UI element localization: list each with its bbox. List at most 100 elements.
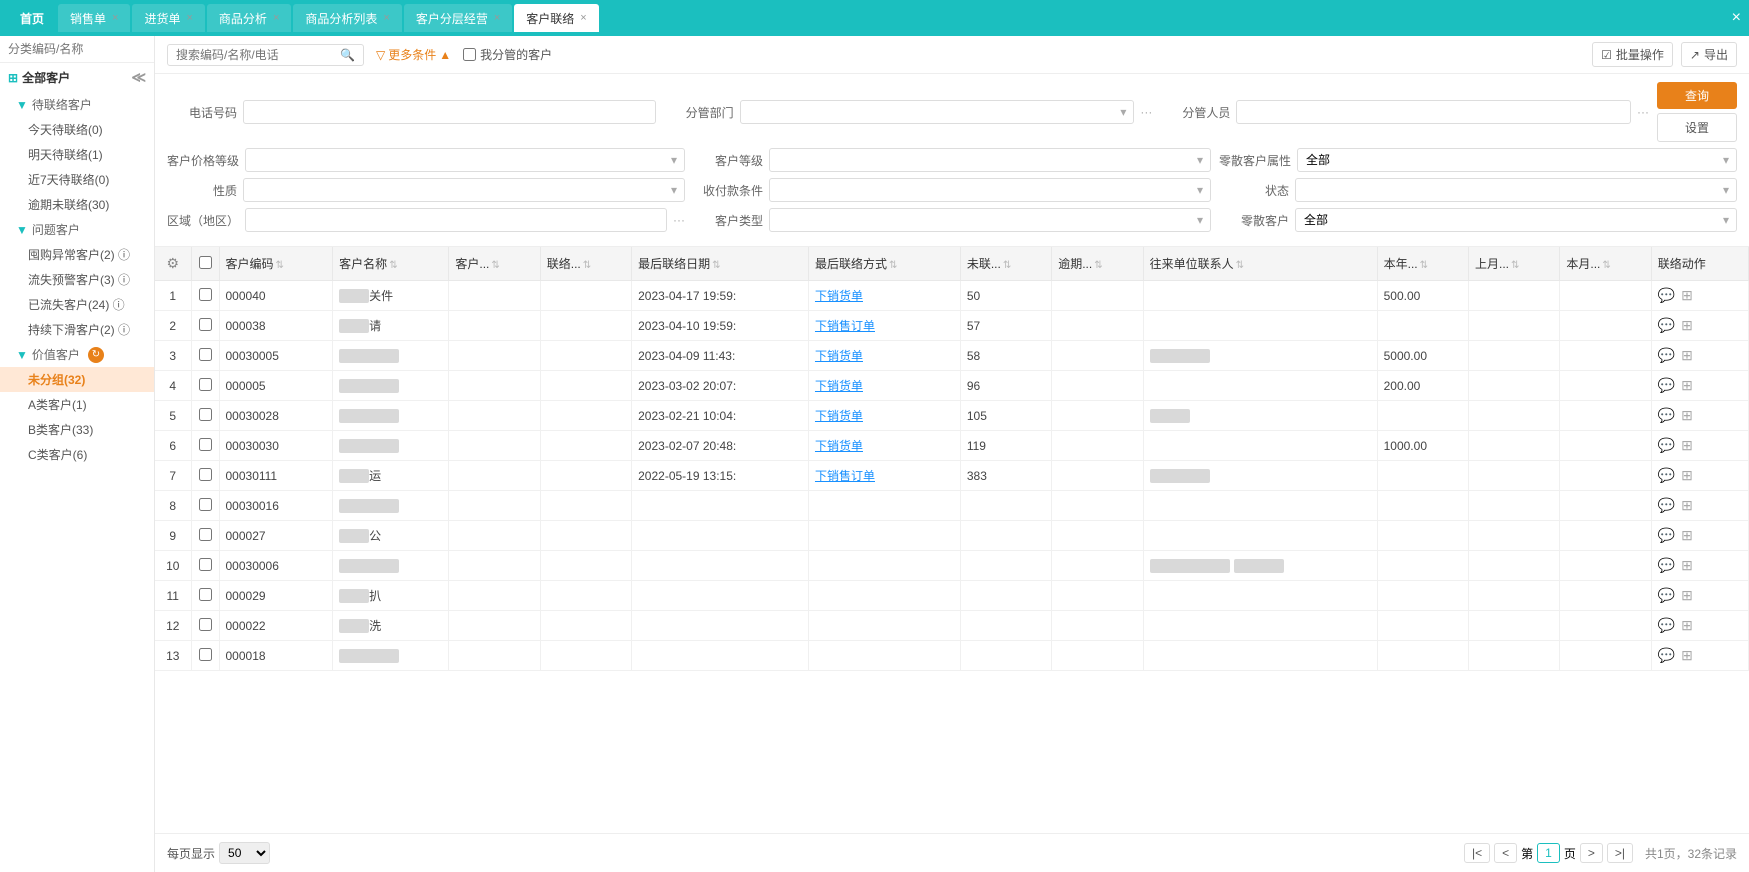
th-last-month[interactable]: 上月...⇅ [1468,247,1559,281]
query-button[interactable]: 查询 [1657,82,1737,109]
batch-operation-btn[interactable]: ☑ 批量操作 [1592,42,1673,67]
dept-more-icon[interactable]: ··· [1140,105,1152,119]
area-input[interactable] [245,208,667,232]
price-level-select[interactable] [245,148,685,172]
close-icon[interactable]: × [494,12,500,24]
row-checkbox[interactable] [199,528,212,541]
close-icon[interactable]: × [580,12,586,24]
grid-action-icon[interactable]: ⊞ [1681,527,1693,544]
row-checkbox-cell[interactable] [191,611,219,641]
row-checkbox[interactable] [199,468,212,481]
row-checkbox[interactable] [199,498,212,511]
link-cell[interactable]: 下销货单 [815,439,863,453]
person-more-icon[interactable]: ··· [1637,105,1649,119]
all-customers-header[interactable]: ⊞ 全部客户 ≪ [0,63,154,92]
sidebar-item-ungroup[interactable]: 未分组(32) [0,367,154,392]
message-icon[interactable]: 💬 [1658,497,1675,514]
nav-tab-product-analysis[interactable]: 商品分析 × [207,4,291,32]
sidebar-item-overdue[interactable]: 逾期未联络(30) [0,192,154,217]
sidebar-item-class-b[interactable]: B类客户(33) [0,417,154,442]
grid-action-icon[interactable]: ⊞ [1681,317,1693,334]
grid-action-icon[interactable]: ⊞ [1681,647,1693,664]
link-cell[interactable]: 下销货单 [815,289,863,303]
next-page-btn[interactable]: > [1580,843,1603,863]
message-icon[interactable]: 💬 [1658,467,1675,484]
sidebar-item-loss-warning[interactable]: 流失预警客户(3) ⓘ [0,267,154,292]
refresh-icon[interactable]: ↻ [88,347,104,363]
my-customer-check[interactable] [463,48,476,61]
person-input[interactable] [1236,100,1631,124]
nav-tab-purchase[interactable]: 进货单 × [132,4,204,32]
status-select[interactable] [1295,178,1737,202]
grid-action-icon[interactable]: ⊞ [1681,407,1693,424]
prev-page-btn[interactable]: < [1494,843,1517,863]
close-icon[interactable]: × [273,12,279,24]
row-checkbox-cell[interactable] [191,281,219,311]
message-icon[interactable]: 💬 [1658,377,1675,394]
area-more-icon[interactable]: ··· [673,213,685,227]
nav-tab-sales[interactable]: 销售单 × [58,4,130,32]
message-icon[interactable]: 💬 [1658,647,1675,664]
search-icon[interactable]: 🔍 [340,48,355,62]
th-last-date[interactable]: 最后联络日期⇅ [632,247,809,281]
message-icon[interactable]: 💬 [1658,317,1675,334]
row-checkbox[interactable] [199,348,212,361]
message-icon[interactable]: 💬 [1658,347,1675,364]
sidebar-item-class-c[interactable]: C类客户(6) [0,442,154,467]
collapse-icon[interactable]: ≪ [131,69,146,86]
grid-action-icon[interactable]: ⊞ [1681,557,1693,574]
link-cell[interactable]: 下销货单 [815,409,863,423]
sidebar-group-pending[interactable]: ▼ 待联络客户 [0,92,154,117]
grid-action-icon[interactable]: ⊞ [1681,377,1693,394]
row-checkbox-cell[interactable] [191,521,219,551]
more-conditions-btn[interactable]: ▽ 更多条件 ▲ [376,46,451,63]
row-checkbox[interactable] [199,558,212,571]
message-icon[interactable]: 💬 [1658,407,1675,424]
row-checkbox-cell[interactable] [191,491,219,521]
sidebar-item-class-a[interactable]: A类客户(1) [0,392,154,417]
row-checkbox-cell[interactable] [191,461,219,491]
grid-action-icon[interactable]: ⊞ [1681,437,1693,454]
sidebar-group-value[interactable]: ▼ 价值客户 ↻ [0,342,154,367]
last-page-btn[interactable]: >| [1607,843,1633,863]
phone-input[interactable] [243,100,656,124]
sidebar-group-problem[interactable]: ▼ 问题客户 [0,217,154,242]
message-icon[interactable]: 💬 [1658,587,1675,604]
row-checkbox[interactable] [199,648,212,661]
sidebar-search-input[interactable] [8,42,155,56]
customer-type-select[interactable] [769,208,1211,232]
grid-action-icon[interactable]: ⊞ [1681,467,1693,484]
row-checkbox[interactable] [199,408,212,421]
search-input[interactable] [176,48,336,62]
retail-customer-select[interactable]: 全部 [1295,208,1737,232]
close-icon[interactable]: × [186,12,192,24]
th-contact[interactable]: 联络...⇅ [540,247,631,281]
row-checkbox-cell[interactable] [191,371,219,401]
th-type[interactable]: 客户...⇅ [449,247,540,281]
message-icon[interactable]: 💬 [1658,557,1675,574]
row-checkbox[interactable] [199,378,212,391]
nav-tab-home[interactable]: 首页 [8,4,56,32]
row-checkbox-cell[interactable] [191,581,219,611]
grid-action-icon[interactable]: ⊞ [1681,347,1693,364]
customer-level-select[interactable] [769,148,1211,172]
row-checkbox-cell[interactable] [191,341,219,371]
row-checkbox[interactable] [199,288,212,301]
grid-action-icon[interactable]: ⊞ [1681,617,1693,634]
link-cell[interactable]: 下销售订单 [815,469,875,483]
row-checkbox[interactable] [199,618,212,631]
payment-select[interactable] [769,178,1211,202]
first-page-btn[interactable]: |< [1464,843,1490,863]
sidebar-item-hoarding-abnormal[interactable]: 囤购异常客户(2) ⓘ [0,242,154,267]
row-checkbox-cell[interactable] [191,551,219,581]
sidebar-item-today[interactable]: 今天待联络(0) [0,117,154,142]
th-contacts[interactable]: 往来单位联系人⇅ [1143,247,1377,281]
page-size-select[interactable]: 50 20 100 [219,842,270,864]
gender-select[interactable] [243,178,685,202]
grid-action-icon[interactable]: ⊞ [1681,587,1693,604]
row-checkbox-cell[interactable] [191,401,219,431]
th-not-contacted[interactable]: 未联...⇅ [960,247,1051,281]
nav-tab-customer-segment[interactable]: 客户分层经营 × [404,4,512,32]
row-checkbox-cell[interactable] [191,431,219,461]
grid-action-icon[interactable]: ⊞ [1681,497,1693,514]
